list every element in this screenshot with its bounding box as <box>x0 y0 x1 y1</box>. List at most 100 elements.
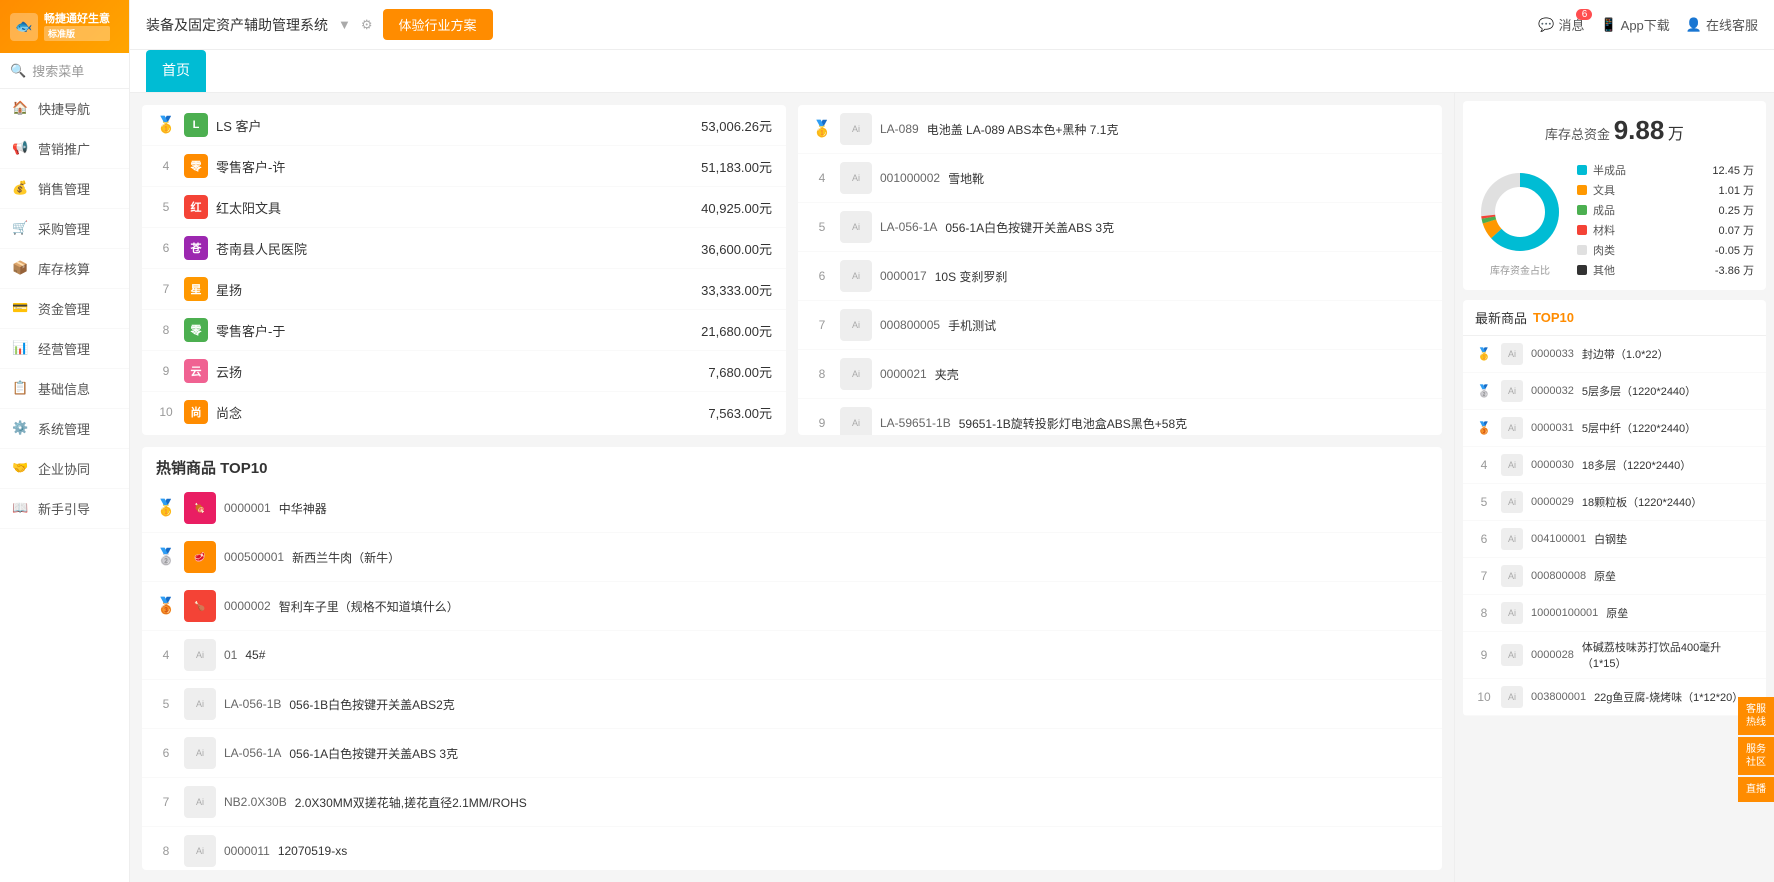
float-btn-live[interactable]: 直播 <box>1738 777 1774 802</box>
hot-products-title: 热销商品 TOP10 <box>142 447 1442 484</box>
sidebar-label-home: 快捷导航 <box>38 99 90 118</box>
hot-products-table: 🥇 🍖 0000001 中华神器 🥈 🥩 000500001 新西兰牛肉（新牛）… <box>142 484 1442 870</box>
hot-img-7: Ai <box>184 786 216 818</box>
avatar-4: 苍 <box>184 236 208 260</box>
float-btn-community[interactable]: 服务 社区 <box>1738 737 1774 775</box>
product-row-2: 4 Ai 001000002 雪地靴 <box>798 154 1442 203</box>
latest-rank-3: 🥉 <box>1475 421 1493 435</box>
latest-code-6: 004100001 <box>1531 533 1586 545</box>
legend-item-1: 文具 1.01 万 <box>1577 182 1754 198</box>
hot-rank-5: 5 <box>156 697 176 711</box>
rank-8: 10 <box>156 405 176 419</box>
product-code-5: 000800005 <box>880 318 940 332</box>
sidebar-item-finance[interactable]: 💳 资金管理 <box>0 289 129 329</box>
hot-name-6: 056-1A白色按键开关盖ABS 3克 <box>289 745 1428 762</box>
latest-img-10: Ai <box>1501 686 1523 708</box>
sidebar-item-sales[interactable]: 💰 销售管理 <box>0 169 129 209</box>
latest-name-6: 白钢垫 <box>1594 531 1754 547</box>
settings-icon[interactable]: ⚙ <box>361 17 373 33</box>
sidebar-search[interactable]: 🔍 搜索菜单 <box>0 53 129 89</box>
sidebar-item-guide[interactable]: 📖 新手引导 <box>0 489 129 529</box>
latest-img-9: Ai <box>1501 644 1523 666</box>
search-label: 搜索菜单 <box>32 61 84 80</box>
latest-row-6: 6 Ai 004100001 白钢垫 <box>1463 521 1766 558</box>
hot-code-3: 0000002 <box>224 599 271 613</box>
latest-rank-2: 🥈 <box>1475 384 1493 398</box>
sidebar-item-inventory[interactable]: 📦 库存核算 <box>0 249 129 289</box>
latest-products-header: 最新商品 TOP10 <box>1463 300 1766 336</box>
sidebar-label-marketing: 营销推广 <box>38 139 90 158</box>
hot-rank-7: 7 <box>156 795 176 809</box>
sidebar-item-basic[interactable]: 📋 基础信息 <box>0 369 129 409</box>
product-img-7: Ai <box>840 407 872 435</box>
sidebar-item-management[interactable]: 📊 经营管理 <box>0 329 129 369</box>
hot-row-5: 5 Ai LA-056-1B 056-1B白色按键开关盖ABS2克 <box>142 680 1442 729</box>
product-code-1: LA-089 <box>880 122 919 136</box>
hot-img-6: Ai <box>184 737 216 769</box>
latest-name-5: 18颗粒板（1220*2440） <box>1582 494 1754 510</box>
customer-amount-1: 53,006.26元 <box>701 116 772 135</box>
app-download-button[interactable]: 📱 App下载 <box>1600 15 1669 34</box>
product-img-6: Ai <box>840 358 872 390</box>
hot-name-1: 中华神器 <box>279 500 1428 517</box>
product-rank-3: 5 <box>812 220 832 234</box>
chart-legend: 半成品 12.45 万 文具 1.01 万 成品 0.25 万 <box>1577 162 1754 282</box>
legend-name-3: 材料 <box>1593 222 1713 238</box>
dropdown-icon[interactable]: ▼ <box>338 17 351 32</box>
sidebar-item-cooperation[interactable]: 🤝 企业协同 <box>0 449 129 489</box>
latest-rank-4: 4 <box>1475 458 1493 472</box>
product-code-4: 0000017 <box>880 269 927 283</box>
table-row: 6 苍 苍南县人民医院 36,600.00元 <box>142 228 786 269</box>
top-products-sales-card: 🥇 Ai LA-089 电池盖 LA-089 ABS本色+黑种 7.1克 4 A… <box>798 105 1442 435</box>
customer-table: 🥇 L LS 客户 53,006.26元 4 零 零售客户-许 51,183.0… <box>142 105 786 432</box>
latest-code-2: 0000032 <box>1531 385 1574 397</box>
donut-chart: 库存资金占比 <box>1475 167 1565 277</box>
inventory-amount: 9.88 <box>1614 115 1665 145</box>
table-row: 10 尚 尚念 7,563.00元 <box>142 392 786 432</box>
hot-products-card: 热销商品 TOP10 🥇 🍖 0000001 中华神器 🥈 🥩 00050000… <box>142 447 1442 870</box>
sidebar-label-sales: 销售管理 <box>38 179 90 198</box>
hot-row-1: 🥇 🍖 0000001 中华神器 <box>142 484 1442 533</box>
latest-products-list: 🥇 Ai 0000033 封边带（1.0*22） 🥈 Ai 0000032 5层… <box>1463 336 1766 716</box>
cooperation-icon: 🤝 <box>12 460 30 478</box>
product-code-7: LA-59651-1B <box>880 416 951 430</box>
tab-home[interactable]: 首页 <box>146 50 206 92</box>
logo-icon: 🐟 <box>10 13 38 41</box>
message-badge: 6 <box>1576 9 1592 20</box>
rank-3: 5 <box>156 200 176 214</box>
latest-products-card: 最新商品 TOP10 🥇 Ai 0000033 封边带（1.0*22） 🥈 Ai… <box>1463 300 1766 716</box>
latest-rank-10: 10 <box>1475 690 1493 704</box>
hot-img-2: 🥩 <box>184 541 216 573</box>
product-rank-6: 8 <box>812 367 832 381</box>
logo-badge: 标准版 <box>44 26 110 41</box>
rank-5: 7 <box>156 282 176 296</box>
legend-item-0: 半成品 12.45 万 <box>1577 162 1754 178</box>
float-btn-service[interactable]: 客服 热线 <box>1738 697 1774 735</box>
trial-button[interactable]: 体验行业方案 <box>383 9 493 40</box>
header-right: 💬 消息 6 📱 App下载 👤 在线客服 <box>1538 15 1758 34</box>
product-name-3: 056-1A白色按键开关盖ABS 3克 <box>945 219 1428 236</box>
sidebar-label-purchase: 采购管理 <box>38 219 90 238</box>
search-icon: 🔍 <box>10 63 26 79</box>
online-service-button[interactable]: 👤 在线客服 <box>1686 15 1758 34</box>
service-icon: 👤 <box>1686 17 1702 33</box>
sidebar-item-system[interactable]: ⚙️ 系统管理 <box>0 409 129 449</box>
hot-row-6: 6 Ai LA-056-1A 056-1A白色按键开关盖ABS 3克 <box>142 729 1442 778</box>
avatar-5: 星 <box>184 277 208 301</box>
legend-name-4: 肉类 <box>1593 242 1709 258</box>
hot-code-4: 01 <box>224 648 237 662</box>
rank-2: 4 <box>156 159 176 173</box>
sidebar-item-marketing[interactable]: 📢 营销推广 <box>0 129 129 169</box>
customer-amount-8: 7,563.00元 <box>708 403 772 422</box>
hot-rank-8: 8 <box>156 844 176 858</box>
latest-row-10: 10 Ai 003800001 22g鱼豆腐-烧烤味（1*12*20） <box>1463 679 1766 716</box>
sidebar-item-home[interactable]: 🏠 快捷导航 <box>0 89 129 129</box>
home-icon: 🏠 <box>12 100 30 118</box>
hot-img-5: Ai <box>184 688 216 720</box>
latest-code-3: 0000031 <box>1531 422 1574 434</box>
hot-img-1: 🍖 <box>184 492 216 524</box>
message-button[interactable]: 💬 消息 6 <box>1538 15 1584 34</box>
latest-name-10: 22g鱼豆腐-烧烤味（1*12*20） <box>1594 689 1754 705</box>
sidebar-label-guide: 新手引导 <box>38 499 90 518</box>
sidebar-item-purchase[interactable]: 🛒 采购管理 <box>0 209 129 249</box>
